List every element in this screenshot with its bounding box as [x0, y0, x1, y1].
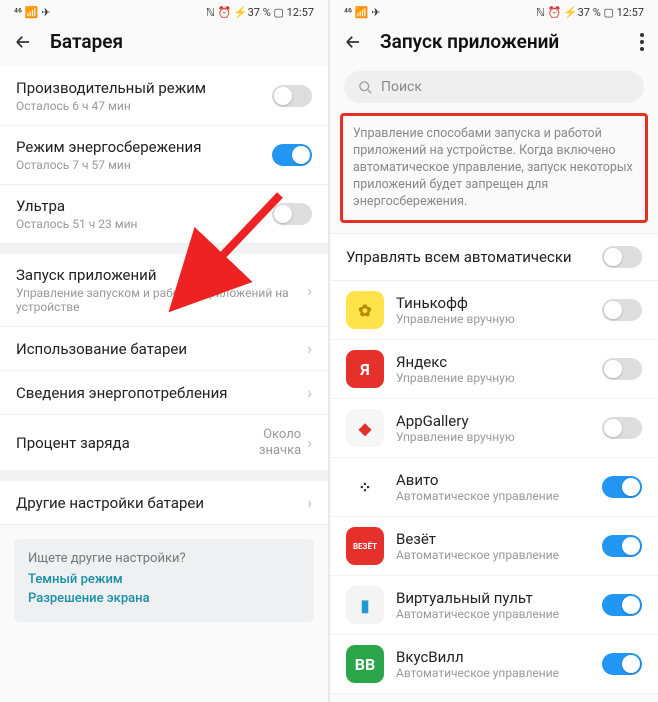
search-placeholder: Поиск — [381, 79, 422, 95]
app-icon: ◆ — [346, 409, 384, 447]
app-row[interactable]: ✿ ТинькоффУправление вручную — [330, 281, 658, 340]
app-icon: ⁘ — [346, 468, 384, 506]
chevron-right-icon: › — [307, 433, 312, 452]
chevron-right-icon: › — [307, 383, 312, 402]
row-other-battery-settings[interactable]: Другие настройки батареи › — [0, 481, 328, 525]
app-name: Яндекс — [396, 353, 590, 371]
back-icon[interactable] — [14, 33, 32, 51]
label: Запуск приложений — [16, 266, 301, 284]
phone-battery-settings: ⁴⁶ 📶 ✈ ℕ ⏰ ⚡37 % ▢ 12:57 Батарея Произво… — [0, 0, 328, 702]
more-menu-icon[interactable] — [640, 33, 644, 51]
label: Производительный режим — [16, 79, 272, 97]
label: Ультра — [16, 197, 272, 215]
label: Управлять всем автоматически — [346, 248, 602, 266]
app-icon: ✿ — [346, 291, 384, 329]
app-name: Авито — [396, 471, 590, 489]
toggle-app[interactable] — [602, 299, 642, 321]
label: Другие настройки батареи — [16, 494, 301, 512]
row-app-launch[interactable]: Запуск приложений Управление запуском и … — [0, 254, 328, 327]
toggle-ultra[interactable] — [272, 203, 312, 225]
app-icon: BB — [346, 645, 384, 683]
hint-question: Ищете другие настройки? — [28, 551, 300, 566]
header: Запуск приложений — [330, 22, 658, 67]
row-ultra[interactable]: Ультра Осталось 51 ч 23 мин — [0, 185, 328, 244]
row-battery-usage[interactable]: Использование батареи › — [0, 327, 328, 371]
page-title: Запуск приложений — [380, 30, 559, 53]
header: Батарея — [0, 22, 328, 67]
app-icon: Я — [346, 350, 384, 388]
section-gap — [0, 244, 328, 254]
sub: Осталось 51 ч 23 мин — [16, 217, 272, 231]
toggle-app[interactable] — [602, 476, 642, 498]
status-left: ⁴⁶ 📶 ✈ — [344, 6, 380, 19]
link-dark-mode[interactable]: Темный режим — [28, 572, 300, 587]
app-row[interactable]: ⁘ АвитоАвтоматическое управление — [330, 458, 658, 517]
chevron-right-icon: › — [307, 281, 312, 300]
app-mode: Управление вручную — [396, 430, 590, 444]
app-row[interactable]: ▮ Виртуальный пультАвтоматическое управле… — [330, 576, 658, 635]
label: Режим энергосбережения — [16, 138, 272, 156]
status-left: ⁴⁶ 📶 ✈ — [14, 6, 50, 19]
app-list: ✿ТинькоффУправление вручнуюЯЯндексУправл… — [330, 281, 658, 694]
toggle-app[interactable] — [602, 653, 642, 675]
page-title: Батарея — [50, 30, 123, 53]
row-charge-percent[interactable]: Процент заряда Около значка › — [0, 415, 328, 471]
toggle-manage-all[interactable] — [602, 246, 642, 268]
label: Использование батареи — [16, 340, 301, 358]
sub: Осталось 6 ч 47 мин — [16, 99, 272, 113]
value: Около значка — [259, 427, 301, 458]
chevron-right-icon: › — [307, 339, 312, 358]
label: Процент заряда — [16, 434, 259, 452]
app-name: Виртуальный пульт — [396, 589, 590, 607]
label: Сведения энергопотребления — [16, 384, 301, 402]
row-power-saving[interactable]: Режим энергосбережения Осталось 7 ч 57 м… — [0, 126, 328, 185]
status-right: ℕ ⏰ ⚡37 % ▢ 12:57 — [536, 6, 644, 19]
app-row[interactable]: ◆ AppGalleryУправление вручную — [330, 399, 658, 458]
sub: Осталось 7 ч 57 мин — [16, 158, 272, 172]
app-name: Везёт — [396, 530, 590, 548]
status-right: ℕ ⏰ ⚡37 % ▢ 12:57 — [206, 6, 314, 19]
search-icon — [358, 80, 373, 95]
app-name: Тинькофф — [396, 294, 590, 312]
app-icon: ВЕЗЁТ — [346, 527, 384, 565]
row-performance-mode[interactable]: Производительный режим Осталось 6 ч 47 м… — [0, 67, 328, 126]
app-mode: Автоматическое управление — [396, 666, 590, 680]
toggle-app[interactable] — [602, 358, 642, 380]
status-bar: ⁴⁶ 📶 ✈ ℕ ⏰ ⚡37 % ▢ 12:57 — [0, 0, 328, 22]
section-gap — [0, 471, 328, 481]
info-description: Управление способами запуска и работой п… — [340, 113, 648, 223]
app-mode: Автоматическое управление — [396, 548, 590, 562]
search-input[interactable]: Поиск — [344, 71, 644, 103]
app-mode: Управление вручную — [396, 371, 590, 385]
app-icon: ▮ — [346, 586, 384, 624]
toggle-power-saving[interactable] — [272, 144, 312, 166]
link-screen-resolution[interactable]: Разрешение экрана — [28, 591, 300, 606]
row-manage-all-auto[interactable]: Управлять всем автоматически — [330, 233, 658, 281]
sub: Управление запуском и работой приложений… — [16, 286, 301, 314]
app-mode: Автоматическое управление — [396, 489, 590, 503]
app-mode: Управление вручную — [396, 312, 590, 326]
app-name: AppGallery — [396, 412, 590, 430]
app-name: ВкусВилл — [396, 648, 590, 666]
phone-app-launch-settings: ⁴⁶ 📶 ✈ ℕ ⏰ ⚡37 % ▢ 12:57 Запуск приложен… — [330, 0, 658, 702]
app-row[interactable]: Я ЯндексУправление вручную — [330, 340, 658, 399]
app-row[interactable]: ВЕЗЁТ ВезётАвтоматическое управление — [330, 517, 658, 576]
chevron-right-icon: › — [307, 493, 312, 512]
row-consumption[interactable]: Сведения энергопотребления › — [0, 371, 328, 415]
status-bar: ⁴⁶ 📶 ✈ ℕ ⏰ ⚡37 % ▢ 12:57 — [330, 0, 658, 22]
toggle-app[interactable] — [602, 594, 642, 616]
more-settings-hint: Ищете другие настройки? Темный режим Раз… — [14, 539, 314, 622]
app-mode: Автоматическое управление — [396, 607, 590, 621]
toggle-app[interactable] — [602, 535, 642, 557]
toggle-app[interactable] — [602, 417, 642, 439]
app-row[interactable]: BB ВкусВиллАвтоматическое управление — [330, 635, 658, 694]
back-icon[interactable] — [344, 33, 362, 51]
toggle-performance[interactable] — [272, 85, 312, 107]
